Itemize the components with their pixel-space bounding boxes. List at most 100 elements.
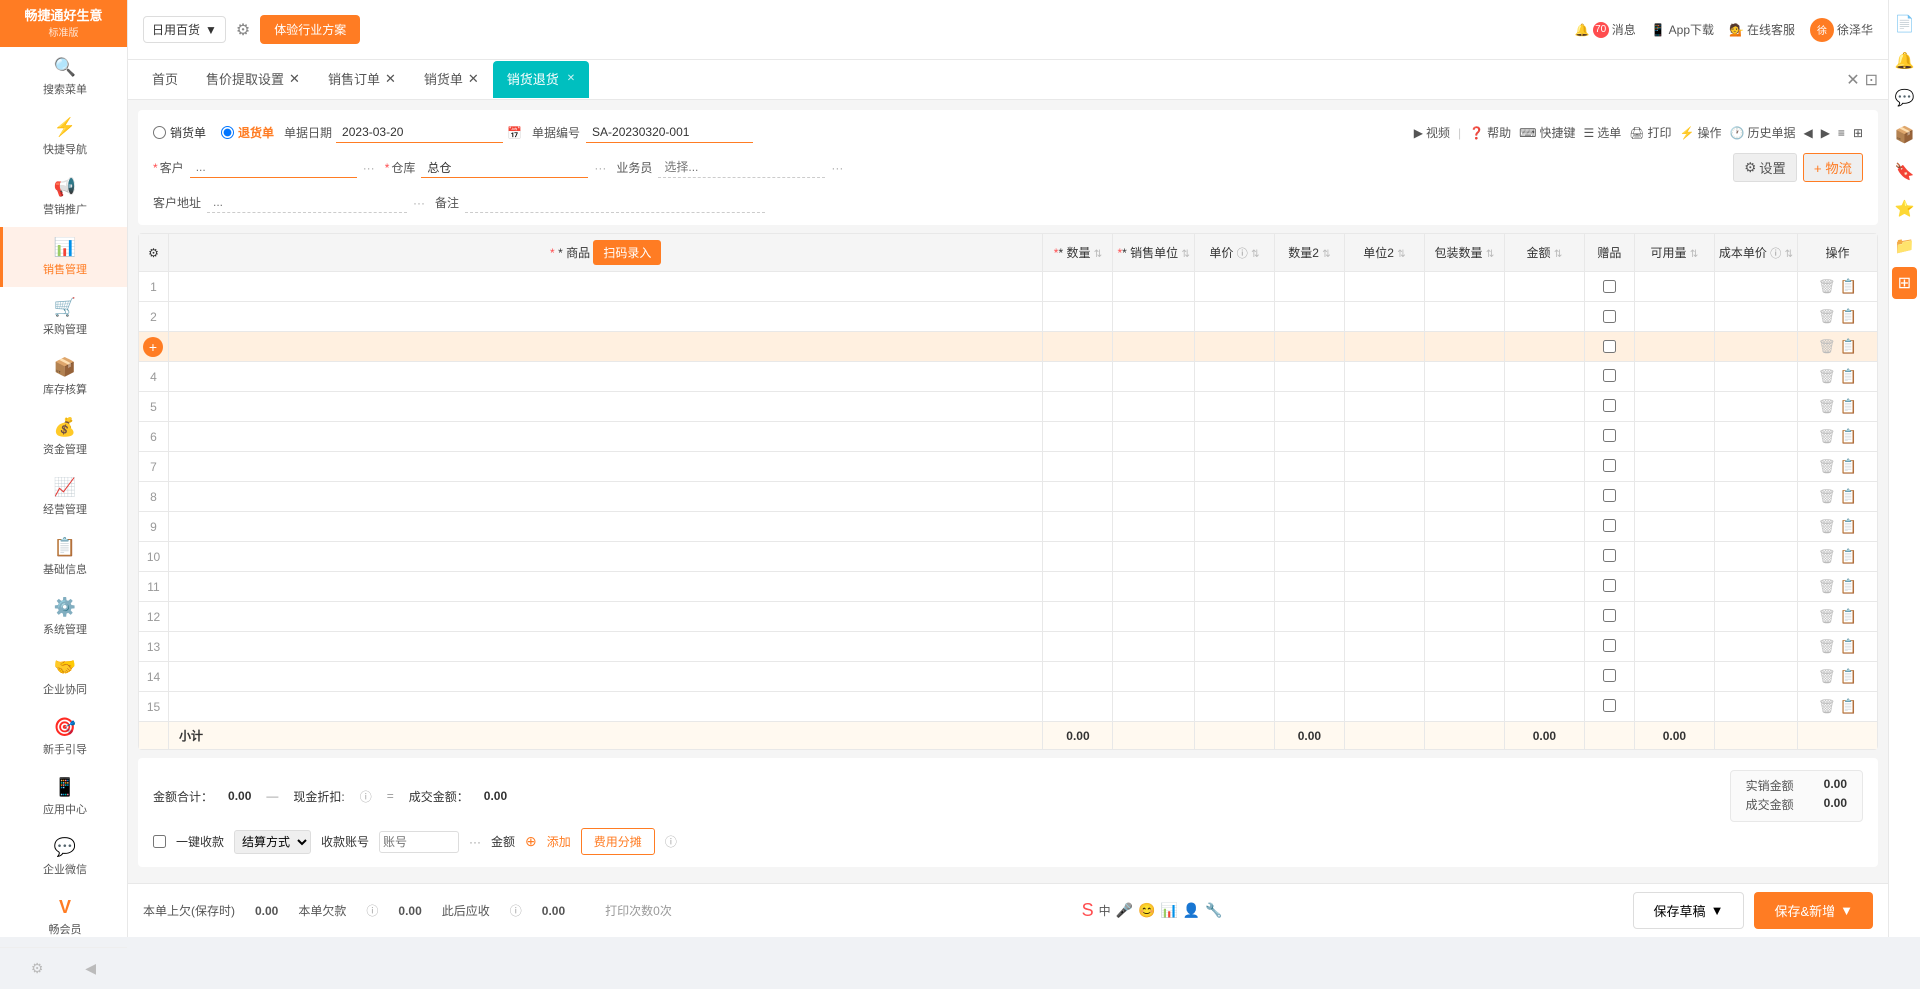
sidebar-item-vip[interactable]: V 畅会员 bbox=[0, 887, 127, 947]
price-info-icon[interactable]: ⓘ bbox=[1237, 248, 1248, 260]
sidebar-item-purchase[interactable]: 🛒 采购管理 bbox=[0, 287, 127, 347]
payment-method-select[interactable]: 结算方式 bbox=[234, 830, 311, 854]
col-unit-sort[interactable]: ⇅ bbox=[1182, 249, 1190, 260]
address-search-icon[interactable]: ··· bbox=[413, 196, 425, 210]
next-doc-btn[interactable]: ▶ bbox=[1821, 126, 1830, 140]
sidebar-item-basic-info[interactable]: 📋 基础信息 bbox=[0, 527, 127, 587]
col-price-sort[interactable]: ⇅ bbox=[1251, 249, 1259, 260]
radio-return-input[interactable] bbox=[221, 126, 234, 139]
qty-cell-3[interactable] bbox=[1043, 332, 1113, 362]
del-13[interactable]: 🗑 bbox=[1816, 636, 1838, 657]
user-profile[interactable]: 徐 徐泽华 bbox=[1810, 18, 1873, 42]
close-tab-icon[interactable]: ✕ bbox=[1846, 70, 1859, 90]
cost-cell-3[interactable] bbox=[1714, 332, 1797, 362]
address-input[interactable] bbox=[207, 192, 407, 213]
del-7[interactable]: 🗑 bbox=[1816, 456, 1838, 477]
delete-row-1[interactable]: 🗑 bbox=[1816, 276, 1838, 297]
gift-cb-14[interactable] bbox=[1603, 669, 1616, 682]
save-new-button[interactable]: 保存&新增 ▼ bbox=[1754, 892, 1873, 929]
pkg-cell-3[interactable] bbox=[1424, 332, 1504, 362]
gift-cb-4[interactable] bbox=[1603, 369, 1616, 382]
rs-icon-8[interactable]: ⊞ bbox=[1892, 267, 1917, 299]
cp-8[interactable]: 📋 bbox=[1838, 486, 1859, 507]
gift-cb-5[interactable] bbox=[1603, 399, 1616, 412]
scan-button[interactable]: 扫码录入 bbox=[593, 240, 661, 265]
del-12[interactable]: 🗑 bbox=[1816, 606, 1838, 627]
cost-cell-1[interactable] bbox=[1714, 272, 1797, 302]
qty2-cell-3[interactable] bbox=[1274, 332, 1344, 362]
avail-cell-2[interactable] bbox=[1634, 302, 1714, 332]
product-cell-1[interactable] bbox=[169, 272, 1043, 302]
product-input-3[interactable] bbox=[216, 339, 995, 354]
cp-5[interactable]: 📋 bbox=[1838, 396, 1859, 417]
rs-icon-7[interactable]: 📁 bbox=[1889, 230, 1920, 262]
sidebar-item-enterprise[interactable]: 🤝 企业协同 bbox=[0, 647, 127, 707]
pkg-cell-2[interactable] bbox=[1424, 302, 1504, 332]
unit-cell-1[interactable] bbox=[1113, 272, 1194, 302]
sidebar-item-quick-nav[interactable]: ⚡ 快捷导航 bbox=[0, 107, 127, 167]
cost-info-icon[interactable]: ⓘ bbox=[1770, 248, 1781, 260]
col-pkg-sort[interactable]: ⇅ bbox=[1486, 249, 1494, 260]
app-download-link[interactable]: 📱 App下载 bbox=[1651, 21, 1714, 38]
tab-price-settings-close[interactable]: ✕ bbox=[289, 71, 300, 87]
unit2-cell-1[interactable] bbox=[1344, 272, 1424, 302]
rs-icon-6[interactable]: ⭐ bbox=[1889, 193, 1920, 225]
gift-cb-11[interactable] bbox=[1603, 579, 1616, 592]
copy-row-2[interactable]: 📋 bbox=[1838, 306, 1859, 327]
sidebar-collapse-icon[interactable]: ◀ bbox=[83, 958, 98, 979]
date-input[interactable] bbox=[336, 122, 503, 143]
sidebar-item-finance[interactable]: 💰 资金管理 bbox=[0, 407, 127, 467]
shortcut-btn[interactable]: ⌨ 快捷键 bbox=[1519, 124, 1575, 141]
col-cost-sort[interactable]: ⇅ bbox=[1785, 249, 1793, 260]
sidebar-item-search[interactable]: 🔍 搜索菜单 bbox=[0, 47, 127, 107]
cp-11[interactable]: 📋 bbox=[1838, 576, 1859, 597]
tab-sales-delivery-close[interactable]: ✕ bbox=[468, 71, 479, 87]
unit-cell-2[interactable] bbox=[1113, 302, 1194, 332]
zh-en-icon[interactable]: 中 bbox=[1099, 902, 1111, 919]
unit2-cell-2[interactable] bbox=[1344, 302, 1424, 332]
pkg-cell-1[interactable] bbox=[1424, 272, 1504, 302]
history-btn[interactable]: 🕐 历史单据 bbox=[1729, 124, 1795, 141]
price-cell-2[interactable] bbox=[1194, 302, 1274, 332]
amount-cell-1[interactable] bbox=[1504, 272, 1584, 302]
add-logistics-button[interactable]: + 物流 bbox=[1803, 153, 1863, 182]
del-11[interactable]: 🗑 bbox=[1816, 576, 1838, 597]
tab-sales-order[interactable]: 销售订单 ✕ bbox=[314, 61, 410, 98]
account-input[interactable] bbox=[379, 831, 459, 853]
cp-12[interactable]: 📋 bbox=[1838, 606, 1859, 627]
help-circle-icon[interactable]: ⓘ bbox=[360, 788, 372, 805]
settings-button[interactable]: ⚙ 设置 bbox=[1733, 153, 1797, 182]
experience-button[interactable]: 体验行业方案 bbox=[260, 15, 360, 44]
gift-cb-13[interactable] bbox=[1603, 639, 1616, 652]
help-btn[interactable]: ❓ 帮助 bbox=[1469, 124, 1511, 141]
gift-checkbox-1[interactable] bbox=[1603, 280, 1616, 293]
select-order-btn[interactable]: ☰ 选单 bbox=[1583, 124, 1621, 141]
tab-sales-return-close[interactable]: ✕ bbox=[567, 73, 575, 84]
tab-home[interactable]: 首页 bbox=[138, 61, 192, 98]
unit-cell-3[interactable] bbox=[1113, 332, 1194, 362]
warehouse-search-icon[interactable]: ··· bbox=[594, 161, 606, 175]
rs-icon-2[interactable]: 🔔 bbox=[1889, 45, 1920, 77]
calendar-icon[interactable]: 📅 bbox=[507, 126, 522, 140]
gift-checkbox-3[interactable] bbox=[1603, 340, 1616, 353]
rs-icon-3[interactable]: 💬 bbox=[1889, 82, 1920, 114]
tab-sales-order-close[interactable]: ✕ bbox=[385, 71, 396, 87]
sidebar-item-sales[interactable]: 📊 销售管理 bbox=[0, 227, 127, 287]
cp-7[interactable]: 📋 bbox=[1838, 456, 1859, 477]
qty-cell-2[interactable] bbox=[1043, 302, 1113, 332]
add-payment-icon[interactable]: ⊕ bbox=[525, 833, 537, 850]
customer-input[interactable] bbox=[190, 157, 357, 178]
warehouse-input[interactable] bbox=[421, 157, 588, 178]
sidebar-item-marketing[interactable]: 📢 营销推广 bbox=[0, 167, 127, 227]
delete-row-3[interactable]: 🗑 bbox=[1816, 336, 1838, 357]
avail-cell-1[interactable] bbox=[1634, 272, 1714, 302]
bill-debt-info-icon[interactable]: ⓘ bbox=[366, 902, 378, 919]
radio-sales[interactable]: 销货单 bbox=[153, 124, 206, 141]
operate-btn[interactable]: ⚡ 操作 bbox=[1680, 124, 1722, 141]
sidebar-item-newbie[interactable]: 🎯 新手引导 bbox=[0, 707, 127, 767]
print-btn[interactable]: 🖨 打印 bbox=[1629, 124, 1671, 141]
salesperson-input[interactable] bbox=[658, 157, 825, 178]
col-qty2-sort[interactable]: ⇅ bbox=[1322, 249, 1330, 260]
gift-cb-6[interactable] bbox=[1603, 429, 1616, 442]
amount-cell-3[interactable] bbox=[1504, 332, 1584, 362]
